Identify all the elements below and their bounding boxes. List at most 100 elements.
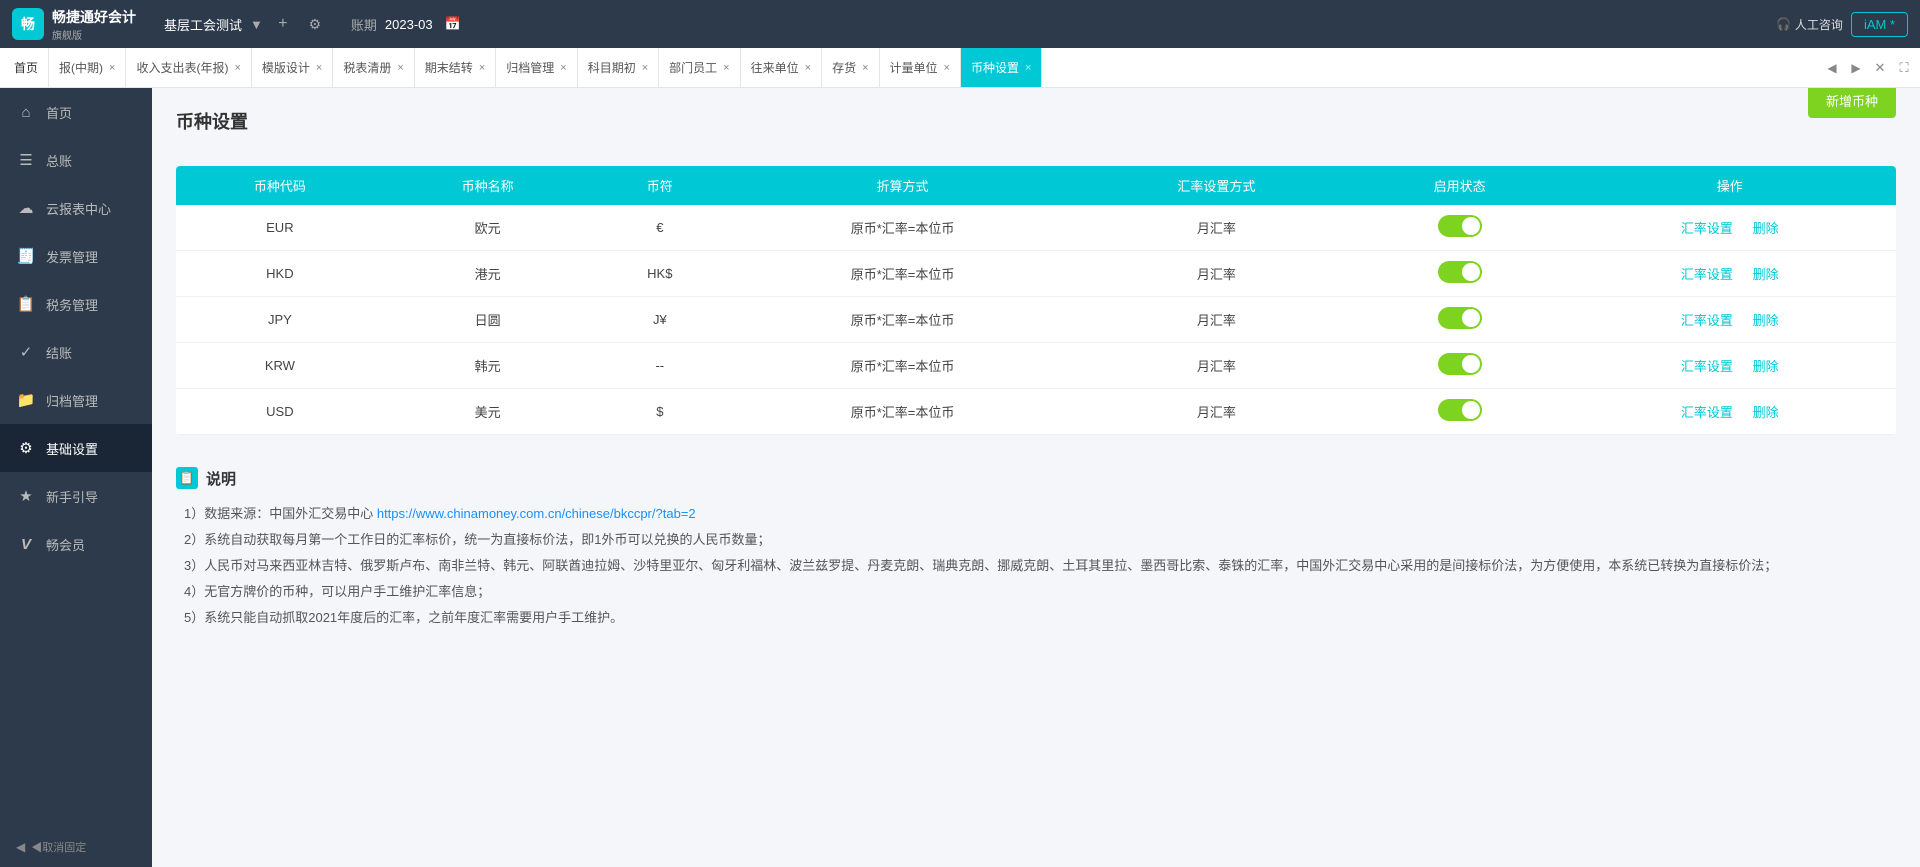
sidebar-item-archive[interactable]: 📁 归档管理 [0, 376, 152, 424]
period-value: 2023-03 [385, 17, 433, 32]
toggle-enabled[interactable] [1438, 307, 1482, 329]
delete-button[interactable]: 删除 [1753, 267, 1779, 282]
cell-name: 美元 [384, 389, 592, 435]
close-icon[interactable]: × [862, 62, 868, 74]
archive-icon: 📁 [16, 390, 36, 410]
support-button[interactable]: 🎧 人工咨询 [1776, 16, 1843, 33]
close-icon[interactable]: × [479, 62, 485, 74]
workspace-dropdown-icon[interactable]: ▼ [250, 17, 263, 32]
account-button[interactable]: iAM * [1851, 12, 1908, 37]
cell-calc: 原币*汇率=本位币 [728, 297, 1077, 343]
close-icon[interactable]: × [642, 62, 648, 74]
cell-symbol: € [591, 205, 728, 251]
currency-table: 币种代码 币种名称 币符 折算方式 汇率设置方式 启用状态 操作 EUR 欧元 … [176, 166, 1896, 435]
toggle-thumb [1462, 309, 1480, 327]
col-header-status: 启用状态 [1356, 166, 1564, 205]
cell-status [1356, 389, 1564, 435]
tab-prev-button[interactable]: ◀ [1820, 48, 1844, 88]
cell-symbol: $ [591, 389, 728, 435]
sidebar-unpin-button[interactable]: ◀ ◀取消固定 [0, 827, 152, 867]
member-icon: V [16, 534, 36, 554]
tab-dept-staff[interactable]: 部门员工 × [659, 48, 740, 88]
tab-partners[interactable]: 往来单位 × [741, 48, 822, 88]
sidebar-item-member[interactable]: V 畅会员 [0, 520, 152, 568]
close-icon[interactable]: × [944, 62, 950, 74]
tab-report-mid[interactable]: 报(中期) × [49, 48, 126, 88]
sidebar-item-tax[interactable]: 📋 税务管理 [0, 280, 152, 328]
cell-rate-type: 月汇率 [1077, 343, 1356, 389]
logo-icon: 畅 [12, 8, 44, 40]
tab-template[interactable]: 模版设计 × [252, 48, 333, 88]
notice-section: 📋 说明 1）数据来源：中国外汇交易中心 https://www.chinamo… [176, 467, 1896, 631]
rate-setting-button[interactable]: 汇率设置 [1681, 221, 1733, 236]
logo-text: 畅捷通好会计 旗舰版 [52, 7, 136, 42]
close-icon[interactable]: × [723, 62, 729, 74]
close-icon[interactable]: × [234, 62, 240, 74]
app-sub: 旗舰版 [52, 27, 136, 42]
sidebar-item-settings[interactable]: ⚙ 基础设置 [0, 424, 152, 472]
logo-area: 畅 畅捷通好会计 旗舰版 [12, 7, 164, 42]
rate-setting-button[interactable]: 汇率设置 [1681, 359, 1733, 374]
cell-name: 欧元 [384, 205, 592, 251]
tab-close-all-button[interactable]: ✕ [1868, 48, 1892, 88]
settings-icon: ⚙ [16, 438, 36, 458]
tab-income-year[interactable]: 收入支出表(年报) × [126, 48, 251, 88]
settings-icon[interactable]: ⚙ [303, 12, 327, 36]
notice-item: 3）人民币对马来西亚林吉特、俄罗斯卢布、南非兰特、韩元、阿联酋迪拉姆、沙特里亚尔… [176, 553, 1896, 579]
sidebar-item-ledger[interactable]: ☰ 总账 [0, 136, 152, 184]
close-period-icon: ✓ [16, 342, 36, 362]
calendar-icon[interactable]: 📅 [445, 16, 461, 32]
home-icon: ⌂ [16, 102, 36, 122]
cell-rate-type: 月汇率 [1077, 297, 1356, 343]
tab-expand-button[interactable]: ⛶ [1892, 48, 1916, 88]
sidebar-item-close[interactable]: ✓ 结账 [0, 328, 152, 376]
close-icon[interactable]: × [1025, 62, 1031, 74]
tab-period-close[interactable]: 期末结转 × [415, 48, 496, 88]
toggle-enabled[interactable] [1438, 399, 1482, 421]
notice-item: 4）无官方牌价的币种，可以用户手工维护汇率信息； [176, 579, 1896, 605]
cell-rate-type: 月汇率 [1077, 389, 1356, 435]
cell-rate-type: 月汇率 [1077, 205, 1356, 251]
toggle-thumb [1462, 355, 1480, 373]
tab-home[interactable]: 首页 [4, 48, 49, 88]
workspace-name[interactable]: 基层工会测试 [164, 15, 242, 34]
tab-unit[interactable]: 计量单位 × [880, 48, 961, 88]
add-workspace-button[interactable]: + [271, 12, 295, 36]
sidebar-item-invoice[interactable]: 🧾 发票管理 [0, 232, 152, 280]
cell-status [1356, 205, 1564, 251]
col-header-rate-type: 汇率设置方式 [1077, 166, 1356, 205]
cell-calc: 原币*汇率=本位币 [728, 343, 1077, 389]
sidebar-item-guide[interactable]: ★ 新手引导 [0, 472, 152, 520]
tab-tax-list[interactable]: 税表清册 × [333, 48, 414, 88]
close-icon[interactable]: × [560, 62, 566, 74]
delete-button[interactable]: 删除 [1753, 313, 1779, 328]
notice-link[interactable]: https://www.chinamoney.com.cn/chinese/bk… [377, 506, 696, 521]
rate-setting-button[interactable]: 汇率设置 [1681, 267, 1733, 282]
notice-title: 📋 说明 [176, 467, 1896, 489]
delete-button[interactable]: 删除 [1753, 359, 1779, 374]
close-icon[interactable]: × [109, 62, 115, 74]
rate-setting-button[interactable]: 汇率设置 [1681, 313, 1733, 328]
sidebar-item-home[interactable]: ⌂ 首页 [0, 88, 152, 136]
sidebar-item-reports[interactable]: ☁ 云报表中心 [0, 184, 152, 232]
cell-rate-type: 月汇率 [1077, 251, 1356, 297]
rate-setting-button[interactable]: 汇率设置 [1681, 405, 1733, 420]
close-icon[interactable]: × [397, 62, 403, 74]
guide-icon: ★ [16, 486, 36, 506]
main-layout: ⌂ 首页 ☰ 总账 ☁ 云报表中心 🧾 发票管理 📋 税务管理 ✓ 结账 📁 归… [0, 88, 1920, 867]
tab-currency[interactable]: 币种设置 × [961, 48, 1042, 88]
col-header-actions: 操作 [1564, 166, 1897, 205]
notice-list: 1）数据来源：中国外汇交易中心 https://www.chinamoney.c… [176, 501, 1896, 631]
tab-subject-init[interactable]: 科目期初 × [578, 48, 659, 88]
tab-archive[interactable]: 归档管理 × [496, 48, 577, 88]
toggle-enabled[interactable] [1438, 353, 1482, 375]
tab-next-button[interactable]: ▶ [1844, 48, 1868, 88]
tab-inventory[interactable]: 存货 × [822, 48, 879, 88]
close-icon[interactable]: × [805, 62, 811, 74]
delete-button[interactable]: 删除 [1753, 221, 1779, 236]
toggle-enabled[interactable] [1438, 261, 1482, 283]
toggle-enabled[interactable] [1438, 215, 1482, 237]
new-currency-button[interactable]: 新增币种 [1808, 88, 1896, 118]
close-icon[interactable]: × [316, 62, 322, 74]
delete-button[interactable]: 删除 [1753, 405, 1779, 420]
